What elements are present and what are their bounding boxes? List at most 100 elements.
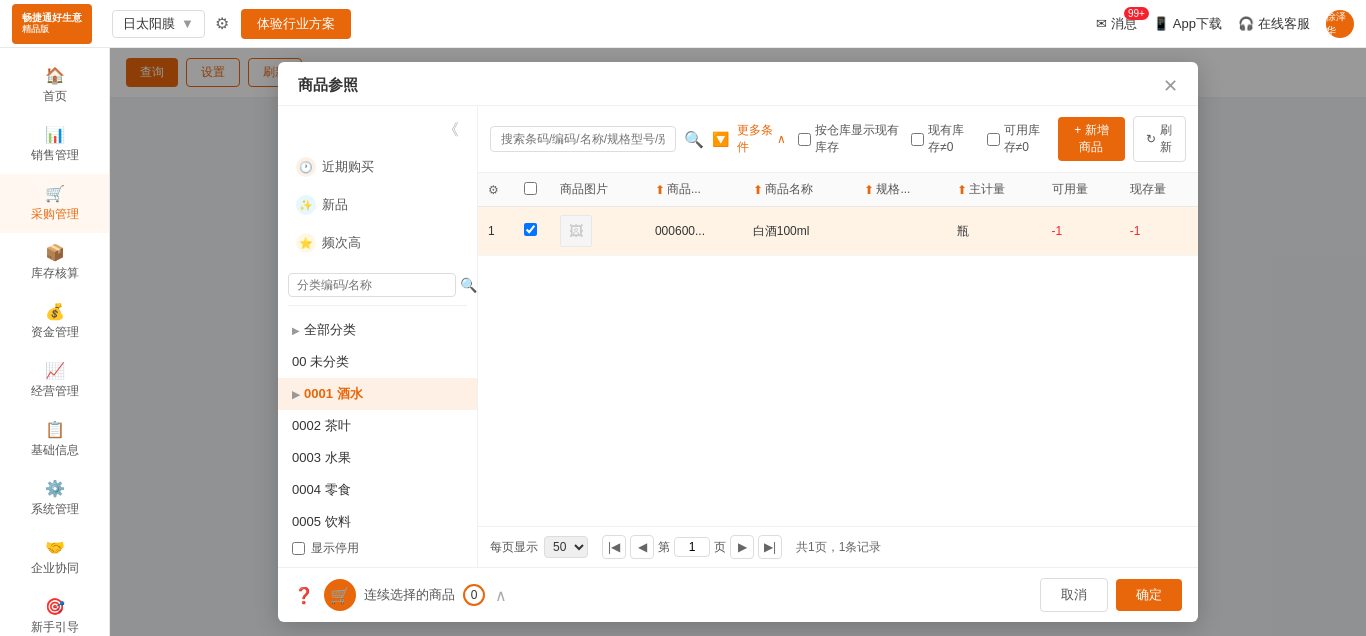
home-icon: 🏠 xyxy=(45,66,65,85)
sidebar-item-guide[interactable]: 🎯 新手引导 xyxy=(0,587,109,636)
filter-bar: 🔍 🔽 更多条件 ∧ 按仓库显示现有库存 xyxy=(478,106,1198,173)
table-row[interactable]: 1 🖼 xyxy=(478,207,1198,256)
cat-all[interactable]: ▶ 全部分类 xyxy=(278,314,477,346)
user-profile-btn[interactable]: 徐泽华 xyxy=(1326,10,1354,38)
more-cond-arrow-icon: ∧ xyxy=(777,132,786,146)
stock-ne0-checkbox[interactable] xyxy=(911,133,924,146)
row-spec-cell xyxy=(854,207,946,256)
filter-icon: 🔽 xyxy=(712,131,729,147)
app-download-btn[interactable]: 📱 App下载 xyxy=(1153,15,1222,33)
enterprise-icon: 🤝 xyxy=(45,538,65,557)
gear-icon[interactable]: ⚙ xyxy=(215,14,229,33)
cat-fruit[interactable]: 0003 水果 xyxy=(278,442,477,474)
cat-drink[interactable]: 0005 饮料 xyxy=(278,506,477,530)
modal-close-btn[interactable]: ✕ xyxy=(1163,77,1178,95)
row-checkbox-cell[interactable] xyxy=(514,207,550,256)
product-image: 🖼 xyxy=(560,215,592,247)
quick-new[interactable]: ✨ 新品 xyxy=(288,189,467,221)
basic-icon: 📋 xyxy=(45,420,65,439)
th-unit[interactable]: ⬆ 主计量 xyxy=(947,173,1042,207)
checkbox-stock-ne0[interactable]: 现有库存≠0 xyxy=(911,122,975,156)
th-image: 商品图片 xyxy=(550,173,645,207)
add-product-btn[interactable]: + 新增商品 xyxy=(1058,117,1124,161)
finance-icon: 💰 xyxy=(45,302,65,321)
row-img-cell: 🖼 xyxy=(550,207,645,256)
product-table: ⚙ 商品图片 xyxy=(478,173,1198,256)
cart-icon[interactable]: 🛒 xyxy=(324,579,356,611)
sidebar-item-business[interactable]: 📈 经营管理 xyxy=(0,351,109,410)
th-name[interactable]: ⬆ 商品名称 xyxy=(743,173,855,207)
inventory-icon: 📦 xyxy=(45,243,65,262)
collapse-panel-btn[interactable]: 《 xyxy=(435,116,467,145)
sidebar-label-home: 首页 xyxy=(43,88,67,105)
column-settings-icon[interactable]: ⚙ xyxy=(488,183,499,197)
page-label: 第 xyxy=(658,539,670,556)
th-spec[interactable]: ⬆ 规格... xyxy=(854,173,946,207)
quick-freq[interactable]: ⭐ 频次高 xyxy=(288,227,467,259)
guide-icon: 🎯 xyxy=(45,597,65,616)
stock-ne0-label: 现有库存≠0 xyxy=(928,122,975,156)
warehouse-checkbox[interactable] xyxy=(798,133,811,146)
sort-spec-icon: ⬆ xyxy=(864,183,874,197)
sidebar-label-system: 系统管理 xyxy=(31,501,79,518)
more-conditions-btn[interactable]: 更多条件 ∧ xyxy=(737,122,786,156)
branch-arrow-icon: ▼ xyxy=(181,16,194,31)
product-search-input[interactable] xyxy=(490,126,676,152)
category-search-input[interactable] xyxy=(288,273,456,297)
category-search-btn[interactable]: 🔍 xyxy=(460,277,477,293)
sidebar-item-sales[interactable]: 📊 销售管理 xyxy=(0,115,109,174)
more-cond-label: 更多条件 xyxy=(737,122,775,156)
sidebar-item-finance[interactable]: 💰 资金管理 xyxy=(0,292,109,351)
cat-uncategorized[interactable]: 00 未分类 xyxy=(278,346,477,378)
checkbox-group: 按仓库显示现有库存 现有库存≠0 可用库存≠0 xyxy=(798,122,1051,156)
col-unit-label: 主计量 xyxy=(969,181,1005,198)
th-code[interactable]: ⬆ 商品... xyxy=(645,173,743,207)
online-service-btn[interactable]: 🎧 在线客服 xyxy=(1238,15,1310,33)
avail-ne0-checkbox[interactable] xyxy=(987,133,1000,146)
toolbar-right: + 新增商品 ↻ 刷新 xyxy=(1058,116,1186,162)
prev-page-btn[interactable]: ◀ xyxy=(630,535,654,559)
message-btn[interactable]: ✉ 消息 99+ xyxy=(1096,15,1137,33)
product-search-icon[interactable]: 🔍 xyxy=(684,130,704,149)
last-page-btn[interactable]: ▶| xyxy=(758,535,782,559)
th-stock: 现存量 xyxy=(1120,173,1198,207)
headphone-icon: 🎧 xyxy=(1238,16,1254,31)
per-page-select[interactable]: 50 xyxy=(544,536,588,558)
refresh-btn[interactable]: ↻ 刷新 xyxy=(1133,116,1186,162)
cat-tea[interactable]: 0002 茶叶 xyxy=(278,410,477,442)
refresh-label: 刷新 xyxy=(1160,122,1173,156)
sidebar-item-home[interactable]: 🏠 首页 xyxy=(0,56,109,115)
checkbox-warehouse[interactable]: 按仓库显示现有库存 xyxy=(798,122,900,156)
next-page-btn[interactable]: ▶ xyxy=(730,535,754,559)
quick-recent[interactable]: 🕐 近期购买 xyxy=(288,151,467,183)
checkbox-avail-ne0[interactable]: 可用库存≠0 xyxy=(987,122,1051,156)
cat-snack-label: 0004 零食 xyxy=(292,481,351,499)
branch-selector[interactable]: 日太阳膜 ▼ xyxy=(112,10,205,38)
sidebar-item-system[interactable]: ⚙️ 系统管理 xyxy=(0,469,109,528)
current-page-input[interactable] xyxy=(674,537,710,557)
row-select-checkbox[interactable] xyxy=(524,223,537,236)
branch-name: 日太阳膜 xyxy=(123,15,175,33)
cancel-button[interactable]: 取消 xyxy=(1040,578,1108,612)
select-all-checkbox[interactable] xyxy=(524,182,537,195)
row-stock-cell: -1 xyxy=(1120,207,1198,256)
help-icon[interactable]: ❓ xyxy=(294,586,314,605)
cat-fruit-label: 0003 水果 xyxy=(292,449,351,467)
sidebar-item-enterprise[interactable]: 🤝 企业协同 xyxy=(0,528,109,587)
show-disabled-checkbox[interactable] xyxy=(292,542,305,555)
confirm-button[interactable]: 确定 xyxy=(1116,579,1182,611)
sidebar-item-purchase[interactable]: 🛒 采购管理 xyxy=(0,174,109,233)
navbar-right: ✉ 消息 99+ 📱 App下载 🎧 在线客服 徐泽华 xyxy=(1096,10,1354,38)
business-icon: 📈 xyxy=(45,361,65,380)
cat-snack[interactable]: 0004 零食 xyxy=(278,474,477,506)
product-table-wrap: ⚙ 商品图片 xyxy=(478,173,1198,526)
cat-liquor-label: 0001 酒水 xyxy=(304,385,363,403)
cat-liquor[interactable]: ▶ 0001 酒水 xyxy=(278,378,477,410)
first-page-btn[interactable]: |◀ xyxy=(602,535,626,559)
sidebar-item-inventory[interactable]: 📦 库存核算 xyxy=(0,233,109,292)
right-panel: 🔍 🔽 更多条件 ∧ 按仓库显示现有库存 xyxy=(478,106,1198,567)
sidebar-item-basic[interactable]: 📋 基础信息 xyxy=(0,410,109,469)
exp-btn[interactable]: 体验行业方案 xyxy=(241,9,351,39)
user-name: 徐泽华 xyxy=(1326,10,1354,38)
footer-collapse-icon[interactable]: ∧ xyxy=(495,586,507,605)
